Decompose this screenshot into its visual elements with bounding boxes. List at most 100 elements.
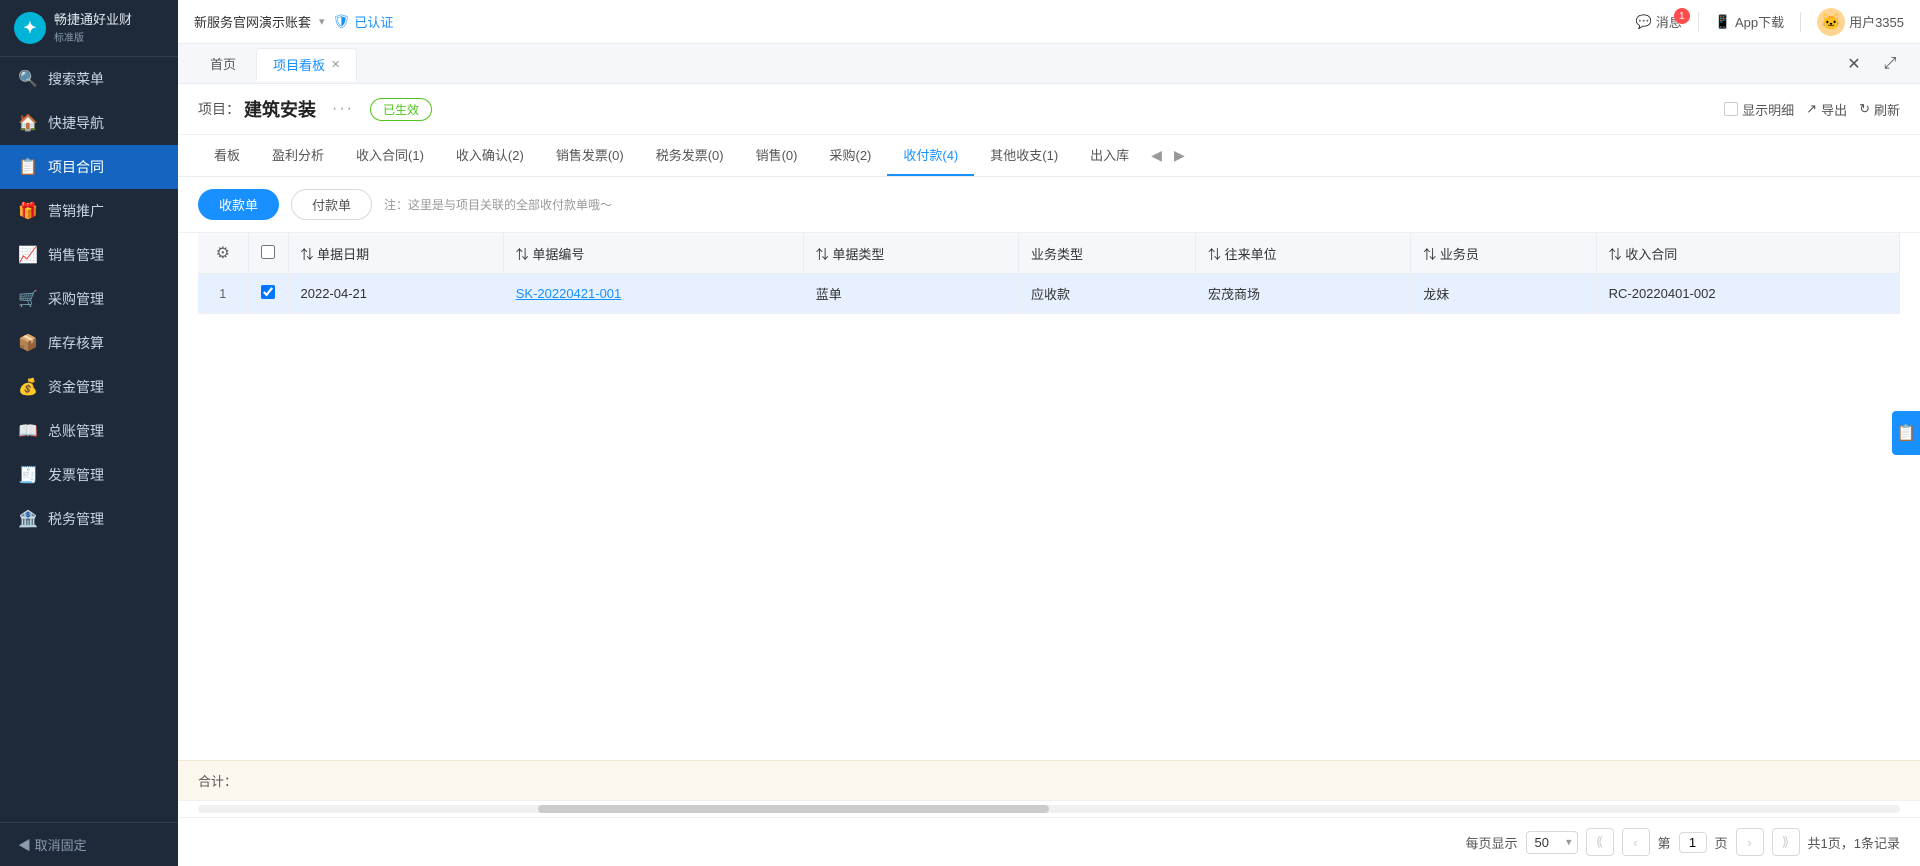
partner-sort-icon: ⇅ (1208, 247, 1225, 262)
sidebar-item-project[interactable]: 📋 项目合同 (0, 145, 178, 189)
sidebar-item-search[interactable]: 🔍 搜索菜单 (0, 57, 178, 101)
unpin-label: ◀ 取消固定 (18, 835, 87, 854)
row-index: 1 (198, 274, 248, 314)
next-page-button[interactable]: › (1736, 828, 1764, 856)
receipt-icon: 🧾 (18, 465, 38, 485)
sub-tab-kanban[interactable]: 看板 (198, 135, 256, 176)
scrollbar-thumb[interactable] (538, 805, 1049, 813)
last-page-button[interactable]: ⟫ (1772, 828, 1800, 856)
sub-tab-income-confirm-label: 收入确认(2) (456, 148, 524, 163)
row-select-checkbox[interactable] (261, 285, 275, 299)
export-icon: ↗ (1806, 101, 1817, 117)
message-button[interactable]: 💬 消息 1 (1636, 12, 1682, 31)
current-page: 1 (1679, 832, 1707, 853)
number-label: 单据编号 (532, 247, 584, 262)
date-column-header[interactable]: ⇅ 单据日期 (288, 233, 503, 274)
message-icon: 💬 (1636, 14, 1652, 30)
sub-tab-sales-invoice[interactable]: 销售发票(0) (540, 135, 640, 176)
sidebar-item-label: 税务管理 (48, 509, 104, 529)
tab-project-board[interactable]: 项目看板 ✕ (256, 48, 357, 81)
refresh-label: 刷新 (1874, 100, 1900, 119)
row-type: 蓝单 (803, 274, 1018, 314)
prev-page-button[interactable]: ‹ (1622, 828, 1650, 856)
search-icon: 🔍 (18, 69, 38, 89)
bill-number-link[interactable]: SK-20220421-001 (516, 286, 622, 301)
app-logo-icon: ✦ (14, 12, 46, 44)
table-wrapper[interactable]: ⚙ ⇅ 单据日期 ⇅ 单据编号 (178, 233, 1920, 760)
sidebar-item-label: 总账管理 (48, 421, 104, 441)
sub-tab-sales-label: 销售(0) (756, 148, 798, 163)
sub-tab-next-arrow[interactable]: ▶ (1168, 137, 1191, 174)
sub-tab-other-income[interactable]: 其他收支(1) (974, 135, 1074, 176)
sub-tab-sales[interactable]: 销售(0) (740, 135, 814, 176)
table-row[interactable]: 1 2022-04-21 SK-20220421-001 蓝单 应收款 宏茂商场… (198, 274, 1900, 314)
sub-tab-income-contract[interactable]: 收入合同(1) (340, 135, 440, 176)
account-name: 新服务官网演示账套 (194, 12, 311, 31)
partner-column-header[interactable]: ⇅ 往来单位 (1196, 233, 1411, 274)
settings-column-header[interactable]: ⚙ (198, 233, 248, 274)
project-icon: 📋 (18, 157, 38, 177)
app-download-button[interactable]: 📱 App下载 (1715, 12, 1784, 31)
date-sort-icon: ⇅ (301, 247, 318, 262)
sub-tab-purchase-label: 采购(2) (829, 148, 871, 163)
bank-icon: 🏦 (18, 509, 38, 529)
salesperson-column-header[interactable]: ⇅ 业务员 (1411, 233, 1596, 274)
sidebar-item-sales[interactable]: 📈 销售管理 (0, 233, 178, 277)
sub-tab-prev-arrow[interactable]: ◀ (1145, 137, 1168, 174)
tab-home-label: 首页 (210, 54, 236, 73)
sidebar-item-shortcut[interactable]: 🏠 快捷导航 (0, 101, 178, 145)
app-edition: 标准版 (54, 29, 132, 44)
sidebar-item-label: 快捷导航 (48, 113, 104, 133)
page-unit: 页 (1715, 833, 1728, 852)
tab-close-icon[interactable]: ✕ (331, 58, 340, 71)
row-number[interactable]: SK-20220421-001 (503, 274, 803, 314)
checkbox-column-header (248, 233, 288, 274)
salesperson-label: 业务员 (1440, 247, 1479, 262)
number-column-header[interactable]: ⇅ 单据编号 (503, 233, 803, 274)
page-size-wrapper[interactable]: 10 20 50 100 (1526, 831, 1578, 854)
account-dropdown-icon[interactable]: ▾ (319, 15, 325, 28)
sub-tab-purchase[interactable]: 采购(2) (813, 135, 887, 176)
sidebar-item-inventory[interactable]: 📦 库存核算 (0, 321, 178, 365)
sidebar-item-tax[interactable]: 🏦 税务管理 (0, 497, 178, 541)
partner-label: 往来单位 (1225, 247, 1277, 262)
sidebar-item-invoice[interactable]: 🧾 发票管理 (0, 453, 178, 497)
user-profile[interactable]: 🐱 用户3355 (1817, 8, 1904, 36)
project-label: 项目： (198, 99, 240, 119)
more-options-button[interactable]: ··· (332, 100, 354, 118)
side-note-icon[interactable]: 📋 (1892, 411, 1920, 455)
box-icon: 📦 (18, 333, 38, 353)
row-checkbox-cell[interactable] (248, 274, 288, 314)
sidebar-item-ledger[interactable]: 📖 总账管理 (0, 409, 178, 453)
settings-icon[interactable]: ⚙ (216, 245, 230, 262)
unpin-button[interactable]: ◀ 取消固定 (0, 822, 178, 866)
sidebar-item-label: 销售管理 (48, 245, 104, 265)
sidebar-item-marketing[interactable]: 🎁 营销推广 (0, 189, 178, 233)
type-label: 单据类型 (832, 247, 884, 262)
sidebar-item-funds[interactable]: 💰 资金管理 (0, 365, 178, 409)
page-size-select[interactable]: 10 20 50 100 (1526, 831, 1578, 854)
sub-tab-profit[interactable]: 盈利分析 (256, 135, 340, 176)
show-detail-checkbox[interactable]: 显示明细 (1724, 100, 1794, 119)
sub-tab-inout[interactable]: 出入库 (1074, 135, 1145, 176)
type-column-header[interactable]: ⇅ 单据类型 (803, 233, 1018, 274)
header-left: 新服务官网演示账套 ▾ 🛡 已认证 (194, 12, 393, 31)
salesperson-sort-icon: ⇅ (1423, 247, 1440, 262)
horizontal-scrollbar[interactable] (198, 805, 1900, 813)
export-button[interactable]: ↗ 导出 (1806, 100, 1847, 119)
sub-tab-tax-invoice[interactable]: 税务发票(0) (640, 135, 740, 176)
sub-tab-income-confirm[interactable]: 收入确认(2) (440, 135, 540, 176)
sidebar-item-purchase[interactable]: 🛒 采购管理 (0, 277, 178, 321)
income-contract-column-header[interactable]: ⇅ 收入合同 (1596, 233, 1899, 274)
refresh-button[interactable]: ↻ 刷新 (1859, 100, 1900, 119)
close-window-button[interactable]: ✕ (1840, 50, 1868, 78)
first-page-button[interactable]: ⟪ (1586, 828, 1614, 856)
select-all-checkbox[interactable] (261, 245, 275, 259)
sidebar-item-label: 发票管理 (48, 465, 104, 485)
maximize-window-button[interactable]: ⤢ (1876, 50, 1904, 78)
receipt-bill-filter[interactable]: 收款单 (198, 189, 279, 220)
tab-home[interactable]: 首页 (194, 48, 252, 79)
payment-bill-filter[interactable]: 付款单 (291, 189, 372, 220)
sub-tab-receipt[interactable]: 收付款(4) (887, 135, 974, 176)
sidebar-item-label: 库存核算 (48, 333, 104, 353)
